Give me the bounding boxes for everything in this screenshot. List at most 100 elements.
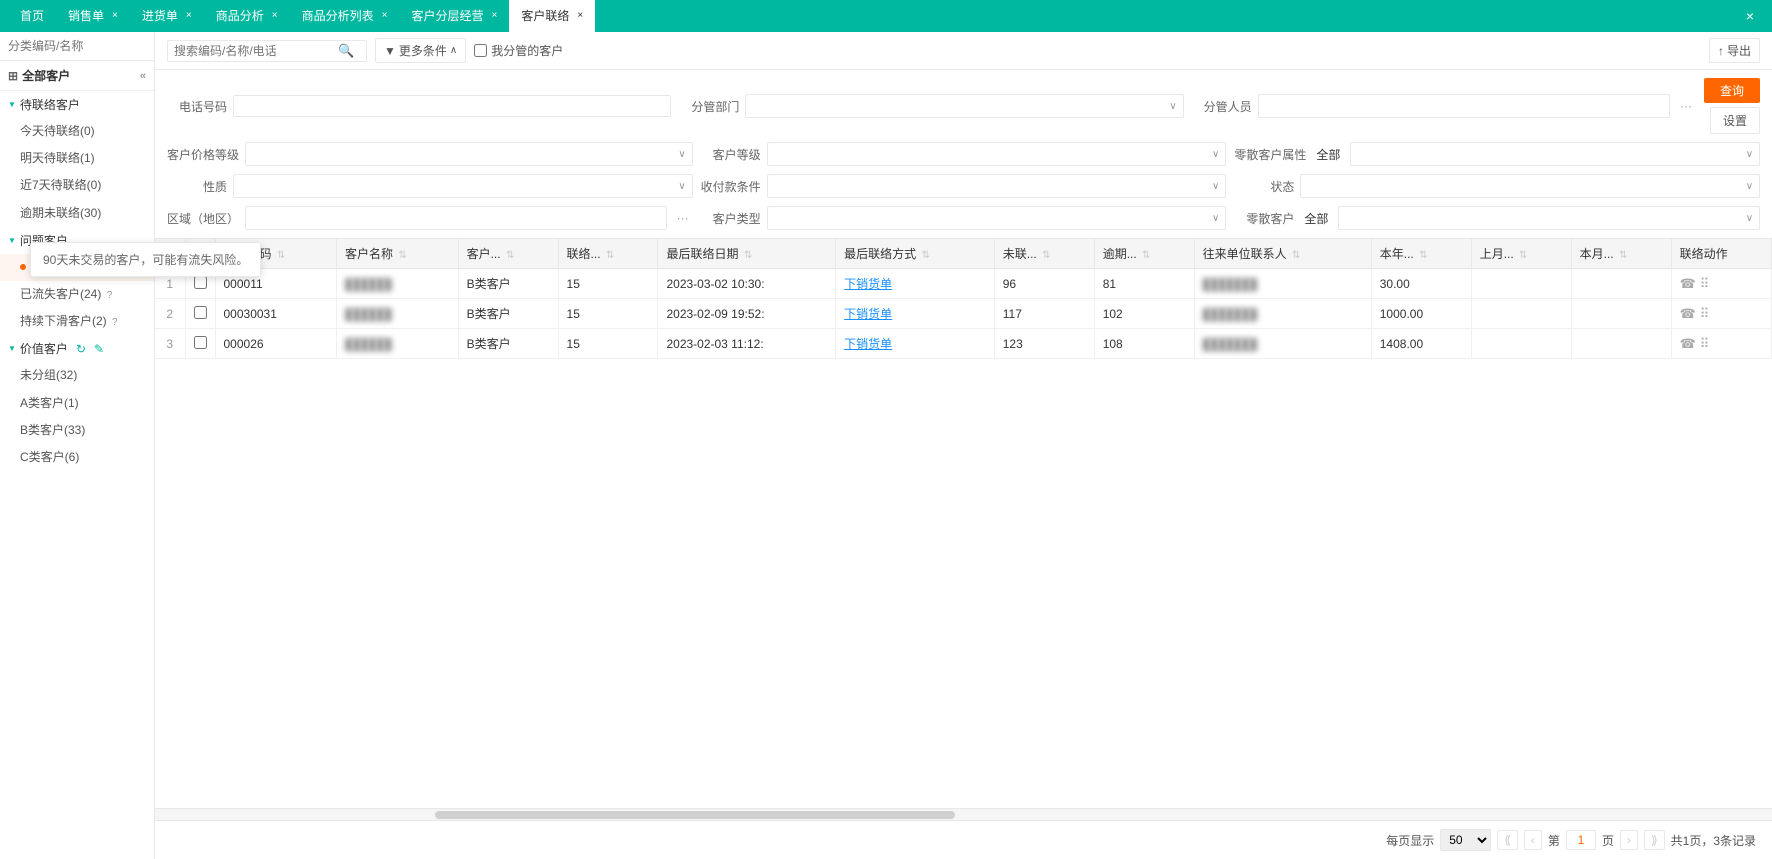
filter-btn[interactable]: ▼ 更多条件 ∧ <box>375 38 466 63</box>
nav-item-product-analysis[interactable]: 商品分析 × <box>204 0 290 32</box>
filter-dots-person[interactable]: ··· <box>1676 99 1696 113</box>
main-layout: 🔍 ⊞ 全部客户 « ▼ 待联络客户 今天待联络(0) 明天待联络(1) 近7天… <box>0 32 1772 859</box>
filter-select-customer-level[interactable]: ∨ <box>767 142 1227 166</box>
close-cc-icon[interactable]: × <box>577 0 583 32</box>
filter-select-scatter-attr[interactable]: ∨ <box>1350 142 1760 166</box>
sidebar-search-input[interactable] <box>8 39 155 53</box>
refresh-icon[interactable]: ↻ <box>76 342 86 356</box>
total-label: 共1页，3条记录 <box>1671 832 1756 849</box>
action-phone-icon-3[interactable]: ☎ <box>1680 336 1696 352</box>
sort-nc-icon: ⇅ <box>1042 250 1050 261</box>
page-next-btn[interactable]: › <box>1620 830 1638 850</box>
nav-item-product-list[interactable]: 商品分析列表 × <box>290 0 400 32</box>
close-pl-icon[interactable]: × <box>382 0 388 32</box>
sidebar-item-class-a[interactable]: A类客户(1) <box>0 390 154 417</box>
nav-item-customer-contact[interactable]: 客户联络 × <box>509 0 595 32</box>
question-icon1[interactable]: ? <box>107 290 113 301</box>
filter-panel: 电话号码 分管部门 ∨ 分管人员 ··· <box>155 70 1772 239</box>
td-not-contact-2: 117 <box>994 299 1094 329</box>
nav-item-sales[interactable]: 销售单 × <box>56 0 130 32</box>
filter-select-nature[interactable]: ∨ <box>233 174 693 198</box>
row-checkbox-2[interactable] <box>194 306 207 319</box>
nav-item-purchase[interactable]: 进货单 × <box>130 0 204 32</box>
filter-select-customer-type[interactable]: ∨ <box>767 206 1227 230</box>
td-this-year-2: 1000.00 <box>1371 299 1471 329</box>
question-icon2[interactable]: ? <box>112 317 118 328</box>
arrow-customer-type: ∨ <box>1212 213 1219 224</box>
filter-input-phone[interactable] <box>233 95 671 117</box>
filter-select-payment[interactable]: ∨ <box>767 174 1227 198</box>
sidebar-item-ungrouped[interactable]: 未分组(32) <box>0 362 154 389</box>
query-btn[interactable]: 查询 <box>1704 78 1760 103</box>
filter-label-customer-type: 客户类型 <box>701 210 761 227</box>
sidebar-item-7days[interactable]: 近7天待联络(0) <box>0 172 154 199</box>
sidebar-item-overdue[interactable]: 逾期未联络(30) <box>0 200 154 227</box>
filter-select-price-level[interactable]: ∨ <box>245 142 693 166</box>
action-phone-icon-1[interactable]: ☎ <box>1680 276 1696 292</box>
filter-select-person[interactable] <box>1258 94 1670 118</box>
arrow-customer-level: ∨ <box>1212 149 1219 160</box>
link-method-1[interactable]: 下销货单 <box>844 277 892 291</box>
row-checkbox-3[interactable] <box>194 336 207 349</box>
sidebar-item-today[interactable]: 今天待联络(0) <box>0 118 154 145</box>
my-customers-checkbox-label[interactable]: 我分管的客户 <box>474 42 563 59</box>
filter-select-scatter[interactable]: ∨ <box>1338 206 1760 230</box>
page-first-btn[interactable]: ⟪ <box>1497 830 1518 850</box>
edit-icon[interactable]: ✎ <box>94 342 104 356</box>
sidebar-item-churned[interactable]: 已流失客户(24) ? <box>0 281 154 308</box>
filter-dots-region[interactable]: ··· <box>673 211 693 225</box>
action-more-icon-3[interactable]: ⠿ <box>1700 336 1710 352</box>
close-sales-icon[interactable]: × <box>112 0 118 32</box>
td-last-date-3: 2023-02-03 11:12: <box>658 329 836 359</box>
page-prev-btn[interactable]: ‹ <box>1524 830 1542 850</box>
my-customers-checkbox[interactable] <box>474 44 487 57</box>
sidebar-root-label: 全部客户 <box>22 67 70 84</box>
filter-select-region[interactable] <box>245 206 667 230</box>
filter-select-status[interactable]: ∨ <box>1300 174 1760 198</box>
action-more-icon-1[interactable]: ⠿ <box>1700 276 1710 292</box>
query-settings-col: 查询 设置 <box>1704 78 1760 134</box>
orange-dot-icon <box>20 264 26 270</box>
sidebar-item-declining[interactable]: 持续下滑客户(2) ? <box>0 308 154 335</box>
td-checkbox-2[interactable] <box>185 299 215 329</box>
td-not-contact-3: 123 <box>994 329 1094 359</box>
filter-select-dept[interactable]: ∨ <box>745 94 1183 118</box>
sidebar-item-tomorrow[interactable]: 明天待联络(1) <box>0 145 154 172</box>
scrollbar-thumb[interactable] <box>435 811 955 819</box>
row-checkbox-1[interactable] <box>194 276 207 289</box>
filter-field-nature: 性质 ∨ <box>167 174 693 198</box>
action-phone-icon-2[interactable]: ☎ <box>1680 306 1696 322</box>
table-row: 2 00030031 ██████ B类客户 15 2023-02-09 19:… <box>155 299 1772 329</box>
sort-overdue-icon: ⇅ <box>1142 250 1150 261</box>
page-last-btn[interactable]: ⟫ <box>1644 830 1665 850</box>
triangle-icon: ▼ <box>8 100 16 109</box>
sidebar-root-item[interactable]: ⊞ 全部客户 « <box>0 61 154 91</box>
nav-home[interactable]: 首页 <box>8 0 56 32</box>
action-more-icon-2[interactable]: ⠿ <box>1700 306 1710 322</box>
window-close-button[interactable]: × <box>1736 8 1764 24</box>
td-checkbox-3[interactable] <box>185 329 215 359</box>
export-icon: ↑ <box>1718 44 1724 58</box>
td-type-1: B类客户 <box>458 269 558 299</box>
per-page-select[interactable]: 50 20 100 <box>1440 829 1491 851</box>
sidebar-group-value-header[interactable]: ▼ 价值客户 ↻ ✎ <box>0 335 154 362</box>
settings-btn[interactable]: 设置 <box>1710 107 1760 134</box>
td-last-method-2: 下销货单 <box>836 299 995 329</box>
toolbar-search-icon[interactable]: 🔍 <box>338 43 354 59</box>
td-name-3-blurred: ██████ <box>345 339 392 351</box>
search-input[interactable] <box>174 44 334 58</box>
td-last-method-3: 下销货单 <box>836 329 995 359</box>
link-method-2[interactable]: 下销货单 <box>844 307 892 321</box>
sidebar-item-class-b[interactable]: B类客户(33) <box>0 417 154 444</box>
close-cl-icon[interactable]: × <box>491 0 497 32</box>
page-num-input[interactable] <box>1566 830 1596 850</box>
horizontal-scrollbar[interactable] <box>155 808 1772 820</box>
link-method-3[interactable]: 下销货单 <box>844 337 892 351</box>
close-pa-icon[interactable]: × <box>272 0 278 32</box>
sidebar-item-class-c[interactable]: C类客户(6) <box>0 444 154 471</box>
my-customers-label: 我分管的客户 <box>491 42 563 59</box>
export-btn[interactable]: ↑ 导出 <box>1709 38 1760 63</box>
nav-item-customer-layer[interactable]: 客户分层经营 × <box>399 0 509 32</box>
close-purchase-icon[interactable]: × <box>186 0 192 32</box>
sidebar-group-pending-header[interactable]: ▼ 待联络客户 <box>0 91 154 118</box>
